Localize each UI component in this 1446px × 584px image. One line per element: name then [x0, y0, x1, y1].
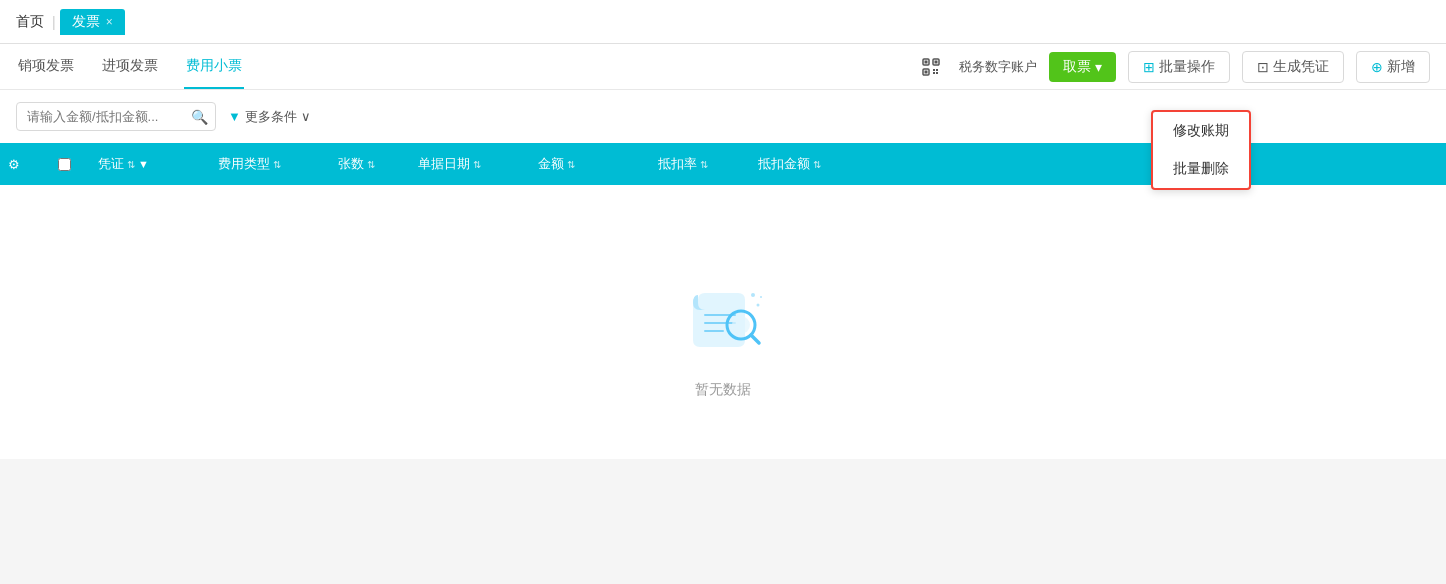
top-nav: 首页 | 发票 × — [0, 0, 1446, 44]
batch-operations-dropdown: 修改账期 批量删除 — [1151, 110, 1251, 190]
empty-illustration — [673, 265, 773, 365]
active-tab-label: 发票 — [72, 13, 100, 31]
sub-tabs-left: 销项发票 进项发票 费用小票 — [16, 44, 244, 89]
empty-text: 暂无数据 — [695, 381, 751, 399]
gen-voucher-icon: ⊡ — [1257, 59, 1269, 75]
th-amount: 金额 ⇅ — [530, 155, 650, 173]
svg-rect-8 — [933, 72, 935, 74]
dropdown-item-modify-period[interactable]: 修改账期 — [1153, 112, 1249, 150]
svg-point-17 — [751, 293, 755, 297]
th-count: 张数 ⇅ — [330, 155, 410, 173]
filter-funnel-icon[interactable]: ▼ — [138, 158, 149, 170]
th-deduct-amount: 抵扣金额 ⇅ — [750, 155, 870, 173]
take-ticket-arrow-icon: ▾ — [1095, 59, 1102, 75]
sub-tabs-right: 税务数字账户 取票 ▾ ⊞ 批量操作 ⊡ 生成凭证 ⊕ 新增 — [915, 51, 1430, 83]
batch-operation-button[interactable]: ⊞ 批量操作 — [1128, 51, 1230, 83]
add-button[interactable]: ⊕ 新增 — [1356, 51, 1430, 83]
sort-arrows-count[interactable]: ⇅ — [367, 159, 375, 170]
search-input[interactable] — [16, 102, 216, 131]
svg-rect-9 — [936, 72, 938, 74]
tab-close-icon[interactable]: × — [106, 15, 113, 29]
th-checkbox[interactable] — [50, 158, 90, 171]
select-all-checkbox[interactable] — [58, 158, 71, 171]
filter-icon: ▼ — [228, 109, 241, 124]
gen-voucher-button[interactable]: ⊡ 生成凭证 — [1242, 51, 1344, 83]
sort-arrows-deduct-amount[interactable]: ⇅ — [813, 159, 821, 170]
take-ticket-label: 取票 — [1063, 58, 1091, 76]
more-conditions-button[interactable]: ▼ 更多条件 ∨ — [228, 108, 311, 126]
svg-point-15 — [732, 316, 750, 334]
batch-op-icon: ⊞ — [1143, 59, 1155, 75]
gen-voucher-label: 生成凭证 — [1273, 58, 1329, 76]
svg-rect-5 — [925, 70, 928, 73]
svg-point-18 — [757, 304, 760, 307]
table-container: ⚙ 凭证 ⇅ ▼ 费用类型 ⇅ 张数 ⇅ 单据日期 ⇅ 金额 ⇅ 抵扣率 ⇅ — [0, 143, 1446, 459]
active-tab[interactable]: 发票 × — [60, 9, 125, 35]
sort-arrows-expense-type[interactable]: ⇅ — [273, 159, 281, 170]
svg-rect-6 — [933, 69, 935, 71]
tax-digital-account[interactable]: 税务数字账户 — [959, 58, 1037, 76]
sort-arrows-voucher[interactable]: ⇅ — [127, 159, 135, 170]
settings-icon: ⚙ — [8, 157, 20, 172]
svg-point-19 — [760, 296, 762, 298]
dropdown-item-batch-delete[interactable]: 批量删除 — [1153, 150, 1249, 188]
add-icon: ⊕ — [1371, 59, 1383, 75]
svg-line-16 — [751, 335, 759, 343]
more-conditions-arrow-icon: ∨ — [301, 109, 311, 124]
th-voucher: 凭证 ⇅ ▼ — [90, 155, 210, 173]
svg-rect-3 — [925, 60, 928, 63]
sort-arrows-date[interactable]: ⇅ — [473, 159, 481, 170]
th-expense-type: 费用类型 ⇅ — [210, 155, 330, 173]
th-settings[interactable]: ⚙ — [0, 157, 50, 172]
search-icon[interactable]: 🔍 — [191, 109, 208, 125]
svg-rect-7 — [936, 69, 938, 71]
empty-state: 暂无数据 — [0, 185, 1446, 459]
tab-sales-invoice[interactable]: 销项发票 — [16, 44, 76, 89]
tab-purchase-invoice[interactable]: 进项发票 — [100, 44, 160, 89]
svg-rect-4 — [935, 60, 938, 63]
sub-tabs-bar: 销项发票 进项发票 费用小票 税务数字账户 — [0, 44, 1446, 90]
qr-button[interactable] — [915, 51, 947, 83]
sort-arrows-amount[interactable]: ⇅ — [567, 159, 575, 170]
th-date: 单据日期 ⇅ — [410, 155, 530, 173]
batch-op-label: 批量操作 — [1159, 58, 1215, 76]
more-conditions-label: 更多条件 — [245, 108, 297, 126]
sort-arrows-deduct-rate[interactable]: ⇅ — [700, 159, 708, 170]
take-ticket-button[interactable]: 取票 ▾ — [1049, 52, 1116, 82]
home-link[interactable]: 首页 — [16, 13, 44, 31]
tab-expense-receipt[interactable]: 费用小票 — [184, 44, 244, 89]
th-deduct-rate: 抵扣率 ⇅ — [650, 155, 750, 173]
search-wrap: 🔍 — [16, 102, 216, 131]
add-label: 新增 — [1387, 58, 1415, 76]
